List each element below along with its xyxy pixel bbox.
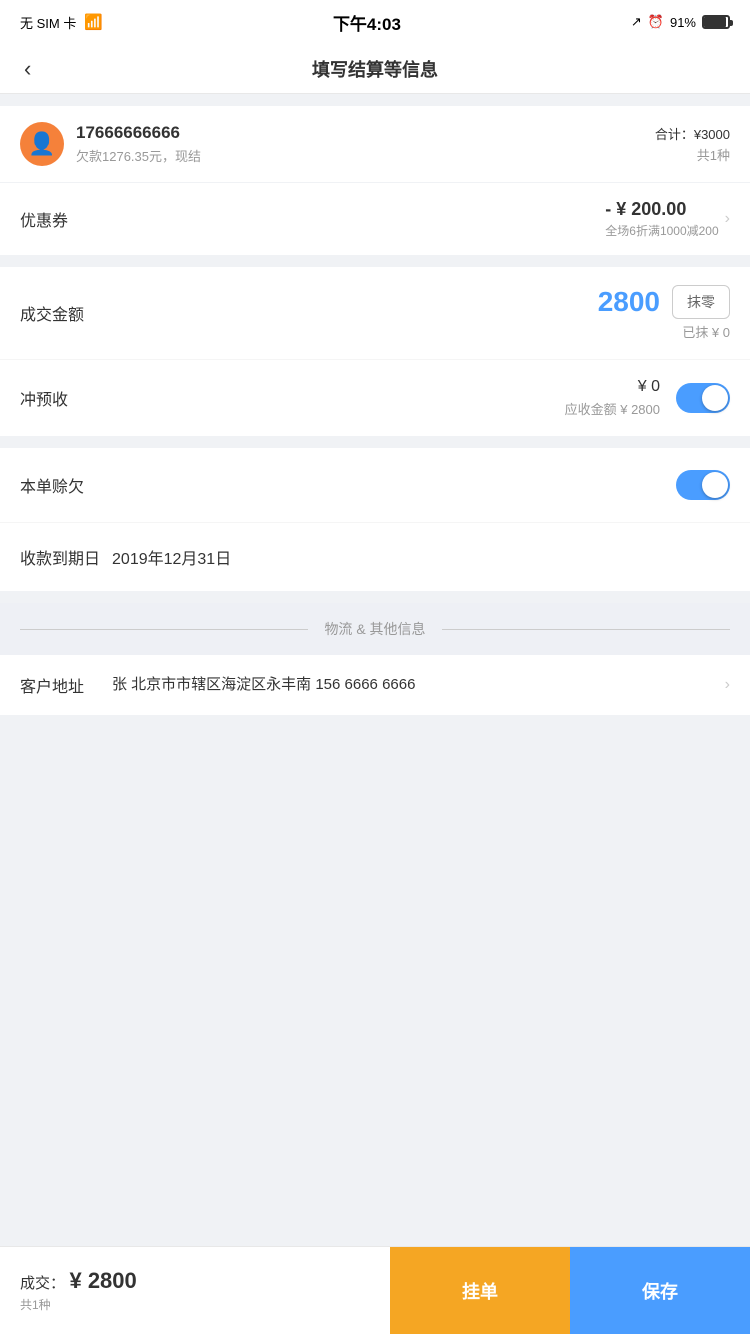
debit-toggle[interactable] — [676, 470, 730, 500]
logistics-title: 物流 & 其他信息 — [324, 619, 425, 639]
coupon-desc: 全场6折满1000减200 — [605, 222, 718, 239]
address-content: 张 北京市市辖区海淀区永丰南 156 6666 6666 — [112, 674, 725, 697]
bottom-summary: 成交： ¥ 2800 共1种 — [0, 1268, 390, 1313]
customer-phone: 17666666666 — [76, 123, 201, 143]
due-date-row: 收款到期日 2019年12月31日 — [0, 523, 750, 591]
pre-collect-value: ¥ 0 — [565, 378, 660, 396]
section-divider-1 — [0, 255, 750, 267]
total-count: 共1种 — [655, 145, 730, 164]
section-divider-2 — [0, 436, 750, 448]
avatar: 👤 — [20, 122, 64, 166]
debit-row: 本单赊欠 — [0, 448, 750, 523]
wifi-icon: 📶 — [84, 13, 103, 31]
save-button[interactable]: 保存 — [570, 1247, 750, 1334]
amount-label: 成交金额 — [20, 301, 84, 325]
sim-text: 无 SIM 卡 — [20, 13, 76, 32]
status-right: ↗ ⏰ 91% — [631, 14, 730, 30]
amount-right: 2800 抹零 — [598, 285, 730, 319]
page-title: 填写结算等信息 — [312, 56, 438, 82]
hang-button[interactable]: 挂单 — [390, 1247, 570, 1334]
amount-row: 成交金额 2800 抹零 已抹 ¥ 0 — [0, 267, 750, 360]
status-time: 下午4:03 — [333, 10, 401, 35]
location-icon: ↗ — [631, 14, 642, 30]
section-divider-3 — [0, 591, 750, 603]
amount-sub: 已抹 ¥ 0 — [682, 322, 730, 341]
round-button[interactable]: 抹零 — [672, 285, 730, 319]
debit-toggle-knob — [702, 472, 728, 498]
due-date-value: 2019年12月31日 — [112, 545, 231, 569]
logistics-line-right — [442, 629, 730, 630]
pre-collect-sub: 应收金额 ¥ 2800 — [565, 399, 660, 418]
coupon-row[interactable]: 优惠券 - ¥ 200.00 全场6折满1000减200 › — [0, 183, 750, 255]
bottom-deal-line: 成交： ¥ 2800 — [20, 1268, 370, 1294]
main-content: 👤 17666666666 欠款1276.35元，现结 合计：¥3000 共1种… — [0, 106, 750, 975]
toggle-knob — [702, 385, 728, 411]
amount-section: 成交金额 2800 抹零 已抹 ¥ 0 冲预收 ¥ 0 应收金额 ¥ 2800 — [0, 267, 750, 436]
coupon-chevron-icon: › — [725, 210, 730, 228]
customer-left: 👤 17666666666 欠款1276.35元，现结 — [20, 122, 201, 166]
battery-percent: 91% — [670, 15, 696, 30]
coupon-discount: - ¥ 200.00 — [605, 199, 718, 220]
back-button[interactable]: ‹ — [16, 48, 39, 90]
bottom-bar: 成交： ¥ 2800 共1种 挂单 保存 — [0, 1246, 750, 1334]
customer-info: 17666666666 欠款1276.35元，现结 — [76, 123, 201, 165]
pre-collect-label: 冲预收 — [20, 386, 68, 410]
battery-icon — [702, 15, 730, 29]
bottom-count: 共1种 — [20, 1296, 370, 1313]
debit-label: 本单赊欠 — [20, 473, 84, 497]
logistics-header: 物流 & 其他信息 — [0, 603, 750, 655]
alarm-icon: ⏰ — [648, 14, 664, 30]
pre-collect-toggle[interactable] — [676, 383, 730, 413]
due-date-label: 收款到期日 — [20, 545, 100, 569]
customer-card: 👤 17666666666 欠款1276.35元，现结 合计：¥3000 共1种 — [0, 106, 750, 182]
address-chevron-icon: › — [725, 676, 730, 694]
gray-area — [0, 715, 750, 875]
address-label: 客户地址 — [20, 673, 100, 697]
coupon-right: - ¥ 200.00 全场6折满1000减200 › — [605, 199, 730, 239]
pre-collect-info: ¥ 0 应收金额 ¥ 2800 — [565, 378, 660, 418]
status-bar: 无 SIM 卡 📶 下午4:03 ↗ ⏰ 91% — [0, 0, 750, 44]
customer-right: 合计：¥3000 共1种 — [655, 124, 730, 164]
total-label: 合计：¥3000 — [655, 124, 730, 143]
bottom-amount: ¥ 2800 — [69, 1268, 136, 1293]
nav-bar: ‹ 填写结算等信息 — [0, 44, 750, 94]
bottom-deal-label: 成交： — [20, 1275, 65, 1292]
address-row[interactable]: 客户地址 张 北京市市辖区海淀区永丰南 156 6666 6666 › — [0, 655, 750, 715]
status-left: 无 SIM 卡 📶 — [20, 13, 103, 32]
pre-collect-right: ¥ 0 应收金额 ¥ 2800 — [565, 378, 730, 418]
amount-value: 2800 — [598, 286, 660, 318]
coupon-label: 优惠券 — [20, 207, 68, 231]
logistics-line-left — [20, 629, 308, 630]
pre-collect-row: 冲预收 ¥ 0 应收金额 ¥ 2800 — [0, 360, 750, 436]
customer-debt: 欠款1276.35元，现结 — [76, 146, 201, 165]
